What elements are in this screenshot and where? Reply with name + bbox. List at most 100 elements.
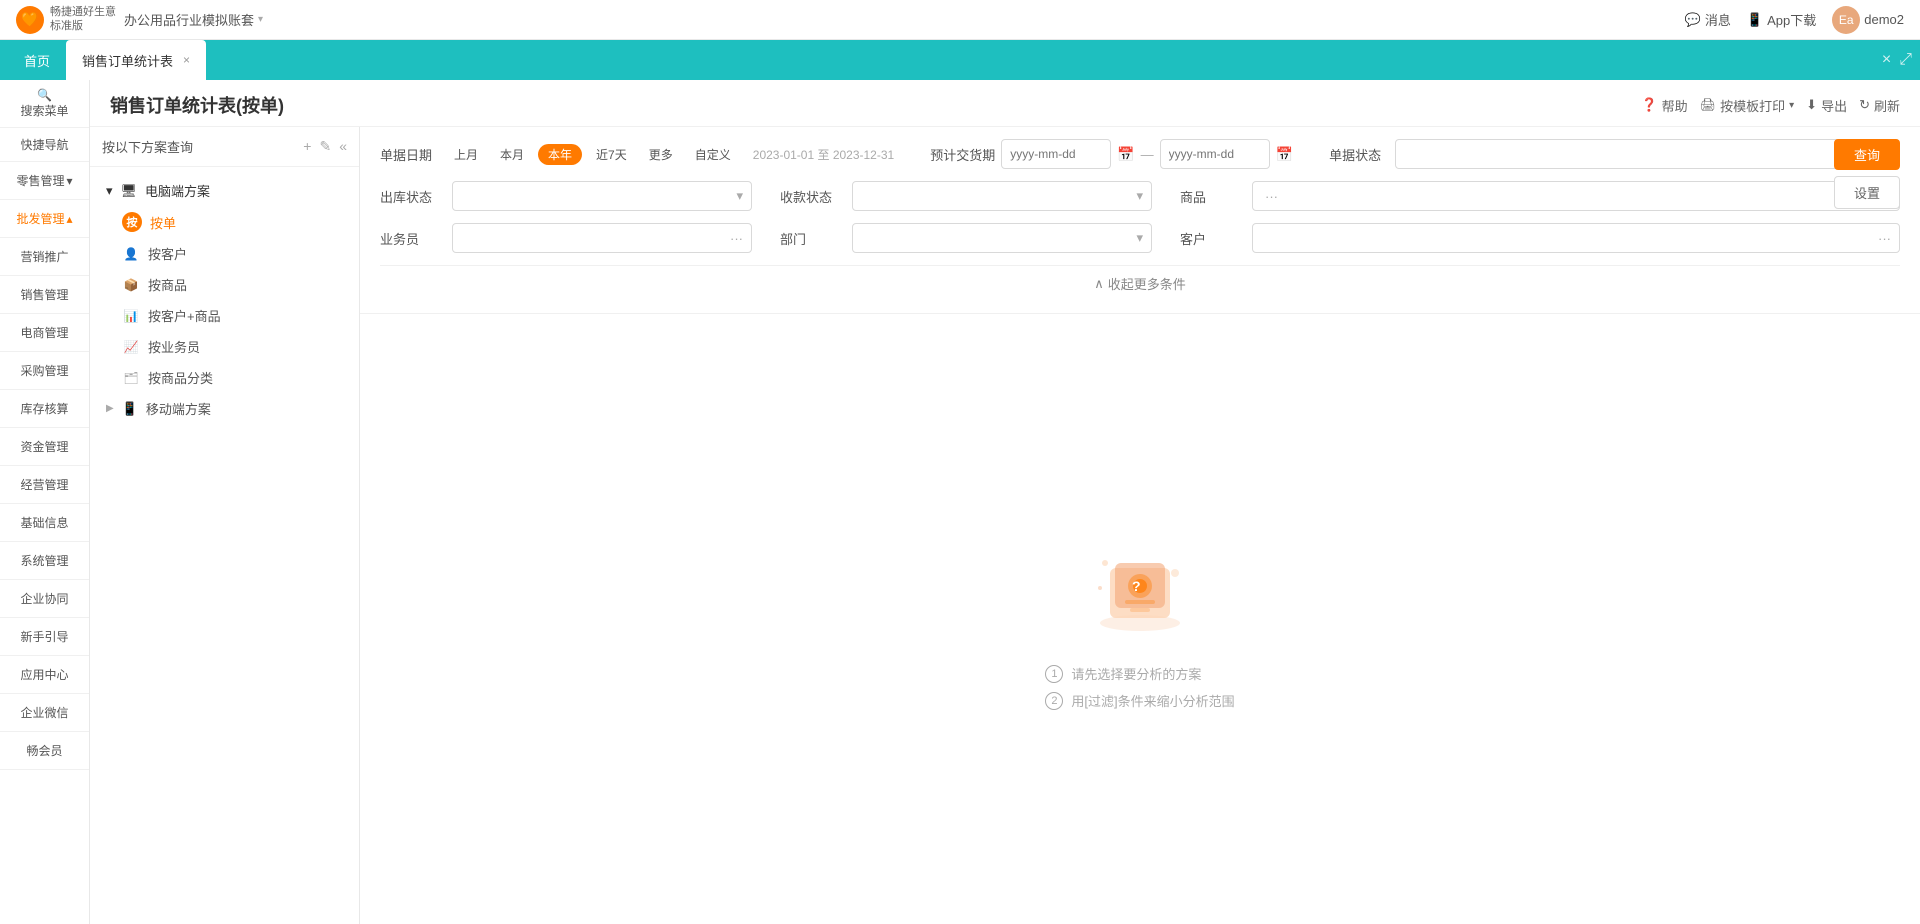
print-dropdown-icon: ▾	[1789, 100, 1794, 111]
add-scheme-icon[interactable]: +	[303, 138, 311, 155]
print-button[interactable]: 🖨 按模板打印 ▾	[1700, 96, 1795, 115]
main-layout: 🔍 搜索菜单 快捷导航 零售管理 ▾ 批发管理 ▴ 营销推广 销售管理 电商管理…	[0, 80, 1920, 924]
expected-date-end-input[interactable]	[1160, 139, 1270, 169]
export-button[interactable]: ⬇ 导出	[1806, 96, 1847, 115]
sidebar-item-system[interactable]: 系统管理	[0, 542, 89, 580]
receipt-status-dropdown-icon: ▾	[1136, 188, 1143, 204]
scheme-salesperson-icon: 📈	[122, 338, 140, 356]
goods-input[interactable]: ···	[1252, 181, 1900, 211]
edit-scheme-icon[interactable]: ✎	[319, 138, 331, 155]
record-status-group: 单据状态 ▾	[1329, 139, 1900, 169]
collapse-icon: ∧	[1094, 276, 1104, 292]
scheme-product-icon: 📦	[122, 276, 140, 294]
sidebar-item-marketing[interactable]: 营销推广	[0, 238, 89, 276]
record-status-select[interactable]: ▾	[1395, 139, 1900, 169]
app-download-button[interactable]: 📱 App下载	[1747, 10, 1816, 29]
tab-bar-actions: × ⤢	[1882, 51, 1920, 69]
customer-more-icon[interactable]: ···	[1878, 231, 1891, 246]
expected-date-label: 预计交货期	[930, 145, 995, 164]
left-panel-header: 按以下方案查询 + ✎ «	[90, 127, 359, 167]
content-area: 销售订单统计表(按单) ❓ 帮助 🖨 按模板打印 ▾ ⬇ 导出 ↻ 刷新	[90, 80, 1920, 924]
expected-date-start-input[interactable]	[1001, 139, 1111, 169]
sidebar-quick-nav[interactable]: 快捷导航	[0, 128, 89, 162]
user-avatar[interactable]: Ea demo2	[1832, 6, 1904, 34]
out-status-select[interactable]: ▾	[452, 181, 752, 211]
sidebar-item-enterprise[interactable]: 企业协同	[0, 580, 89, 618]
avatar-image: Ea	[1832, 6, 1860, 34]
active-scheme-dot: 按	[122, 212, 142, 232]
filter-area: 单据日期 上月 本月 本年 近7天 更多 自定义 2023-01-01 至 20…	[360, 127, 1920, 314]
scheme-item-by-product[interactable]: 📦 按商品	[90, 269, 359, 300]
department-dropdown-icon: ▾	[1136, 230, 1143, 246]
sidebar-item-appcenter[interactable]: 应用中心	[0, 656, 89, 694]
salesperson-more-icon[interactable]: ···	[730, 231, 743, 246]
top-bar-title[interactable]: 办公用品行业模拟账套 ▾	[124, 10, 263, 29]
tab-close-window-button[interactable]: ×	[1882, 51, 1891, 69]
sidebar-item-operations[interactable]: 经营管理	[0, 466, 89, 504]
date-btn-last-month[interactable]: 上月	[446, 144, 486, 165]
export-icon: ⬇	[1806, 97, 1817, 113]
page-actions: ❓ 帮助 🖨 按模板打印 ▾ ⬇ 导出 ↻ 刷新	[1641, 96, 1900, 115]
date-range-display: 2023-01-01 至 2023-12-31	[753, 146, 894, 163]
customer-input[interactable]: ···	[1252, 223, 1900, 253]
sidebar-item-newbie[interactable]: 新手引导	[0, 618, 89, 656]
sidebar-item-retail[interactable]: 零售管理 ▾	[0, 162, 89, 200]
tab-bar: 首页 销售订单统计表 × × ⤢	[0, 40, 1920, 80]
date-btn-more[interactable]: 更多	[641, 144, 681, 165]
help-icon: ❓	[1641, 97, 1657, 113]
sidebar-item-purchase[interactable]: 采购管理	[0, 352, 89, 390]
mobile-group-expand-icon: ▶	[106, 403, 114, 414]
scheme-group-pc[interactable]: ▾ 🖥 电脑端方案	[90, 175, 359, 206]
filter-row-1: 单据日期 上月 本月 本年 近7天 更多 自定义 2023-01-01 至 20…	[380, 139, 1900, 169]
message-button[interactable]: 💬 消息	[1685, 10, 1731, 29]
date-btn-custom[interactable]: 自定义	[687, 144, 739, 165]
sidebar-item-ecommerce[interactable]: 电商管理	[0, 314, 89, 352]
tab-fullscreen-button[interactable]: ⤢	[1899, 51, 1912, 69]
out-status-dropdown-icon: ▾	[736, 188, 743, 204]
scheme-item-by-category[interactable]: 🗂 按商品分类	[90, 362, 359, 393]
department-label: 部门	[780, 229, 840, 248]
settings-button[interactable]: 设置	[1834, 176, 1900, 209]
collapse-panel-icon[interactable]: «	[339, 138, 347, 155]
refresh-button[interactable]: ↻ 刷新	[1859, 96, 1900, 115]
receipt-status-label: 收款状态	[780, 187, 840, 206]
date-btn-this-year[interactable]: 本年	[538, 144, 582, 165]
sidebar-item-membership[interactable]: 畅会员	[0, 732, 89, 770]
calendar-end-icon[interactable]: 📅	[1276, 146, 1293, 163]
sidebar-item-finance[interactable]: 资金管理	[0, 428, 89, 466]
department-select[interactable]: ▾	[852, 223, 1152, 253]
page-header: 销售订单统计表(按单) ❓ 帮助 🖨 按模板打印 ▾ ⬇ 导出 ↻ 刷新	[90, 80, 1920, 127]
tip-num-2: 2	[1045, 692, 1063, 710]
date-btn-last-7[interactable]: 近7天	[588, 144, 635, 165]
scheme-item-by-order[interactable]: 按 按单	[90, 206, 359, 238]
help-button[interactable]: ❓ 帮助	[1641, 96, 1687, 115]
tab-sales-order-stat[interactable]: 销售订单统计表 ×	[66, 40, 206, 80]
scheme-cust-prod-icon: 📊	[122, 307, 140, 325]
scheme-item-by-salesperson[interactable]: 📈 按业务员	[90, 331, 359, 362]
top-bar-right: 💬 消息 📱 App下载 Ea demo2	[1685, 6, 1904, 34]
search-icon: 🔍	[37, 88, 52, 102]
tab-home[interactable]: 首页	[8, 40, 66, 80]
scheme-item-by-customer-product[interactable]: 📊 按客户+商品	[90, 300, 359, 331]
date-separator: —	[1141, 147, 1154, 162]
sidebar-search[interactable]: 🔍 搜索菜单	[0, 80, 89, 128]
empty-tip-1: 1 请先选择要分析的方案	[1045, 664, 1234, 683]
filter-row-2: 出库状态 ▾ 收款状态 ▾ 商品 ···	[380, 181, 1900, 211]
receipt-status-select[interactable]: ▾	[852, 181, 1152, 211]
scheme-group-mobile[interactable]: ▶ 📱 移动端方案	[90, 393, 359, 424]
tab-close-icon[interactable]: ×	[183, 53, 190, 67]
calendar-start-icon[interactable]: 📅	[1117, 146, 1134, 163]
scheme-item-by-customer[interactable]: 👤 按客户	[90, 238, 359, 269]
sidebar-item-basics[interactable]: 基础信息	[0, 504, 89, 542]
sidebar-item-wholesale[interactable]: 批发管理 ▴	[0, 200, 89, 238]
sidebar-item-sales[interactable]: 销售管理	[0, 276, 89, 314]
salesperson-input[interactable]: ···	[452, 223, 752, 253]
empty-illustration: ?	[1080, 528, 1200, 648]
goods-more-icon[interactable]: ···	[1265, 189, 1278, 204]
date-btn-this-month[interactable]: 本月	[492, 144, 532, 165]
sidebar-item-inventory[interactable]: 库存核算	[0, 390, 89, 428]
goods-label: 商品	[1180, 187, 1240, 206]
query-button[interactable]: 查询	[1834, 139, 1900, 170]
collapse-more-button[interactable]: ∧ 收起更多条件	[380, 265, 1900, 301]
sidebar-item-wechat[interactable]: 企业微信	[0, 694, 89, 732]
